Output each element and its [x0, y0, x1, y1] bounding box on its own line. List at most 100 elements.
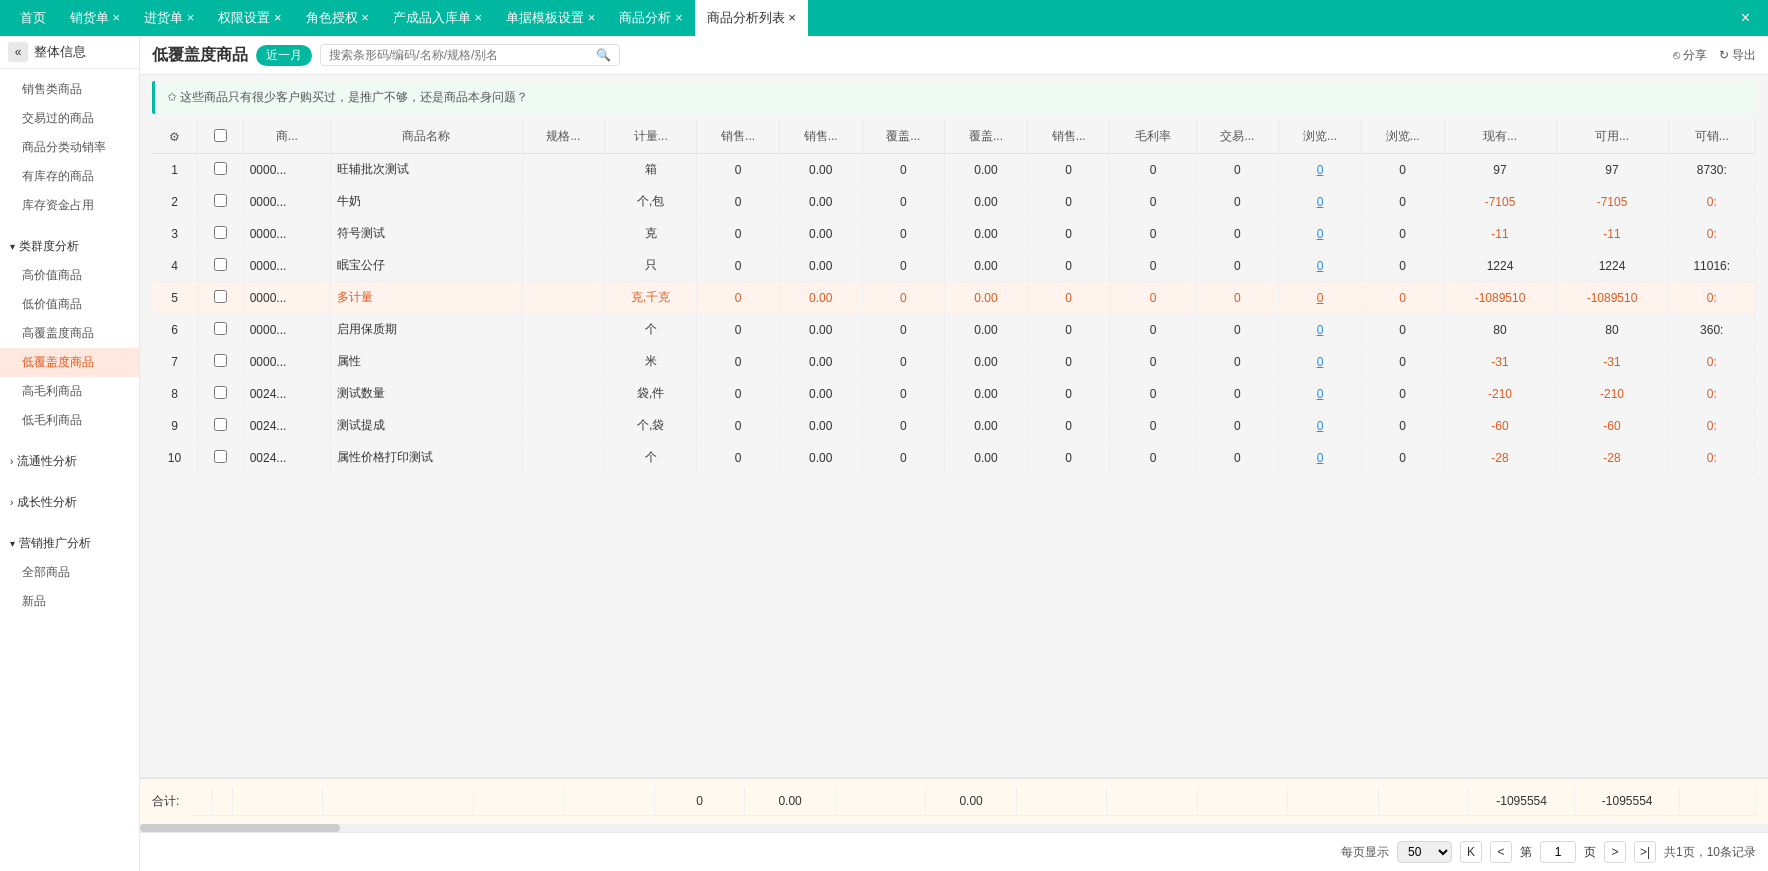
row-checkbox[interactable]	[197, 218, 243, 250]
col-unit[interactable]: 计量...	[605, 120, 697, 154]
export-button[interactable]: ↻ 导出	[1719, 47, 1756, 64]
sidebar-item-in-stock[interactable]: 有库存的商品	[0, 162, 139, 191]
nav-products[interactable]: 产成品入库单 ×	[381, 0, 494, 36]
row-cover2: 0.00	[945, 154, 1028, 186]
total-avail: -1095554	[1574, 787, 1680, 816]
sidebar-item-all-goods[interactable]: 全部商品	[0, 558, 139, 587]
col-cover1[interactable]: 覆盖...	[862, 120, 945, 154]
row-sales3: 0	[1027, 218, 1110, 250]
scrollbar-thumb[interactable]	[140, 824, 340, 832]
nav-analysis-list[interactable]: 商品分析列表 ×	[695, 0, 808, 36]
row-sales1: 0	[697, 218, 780, 250]
sidebar-item-high-coverage[interactable]: 高覆盖度商品	[0, 319, 139, 348]
col-name[interactable]: 商品名称	[331, 120, 523, 154]
row-browse1[interactable]: 0	[1279, 282, 1362, 314]
first-page-button[interactable]: K	[1460, 841, 1482, 863]
col-code[interactable]: 商...	[243, 120, 330, 154]
col-avail[interactable]: 可用...	[1556, 120, 1668, 154]
row-trade: 0	[1196, 314, 1279, 346]
col-browse1[interactable]: 浏览...	[1279, 120, 1362, 154]
row-browse1[interactable]: 0	[1279, 250, 1362, 282]
row-browse1[interactable]: 0	[1279, 378, 1362, 410]
table-wrapper[interactable]: ⚙ 商... 商品名称 规格... 计量... 销售... 销售... 覆盖..…	[140, 120, 1768, 777]
row-checkbox[interactable]	[197, 250, 243, 282]
row-sales2: 0.00	[779, 442, 862, 474]
sidebar-section-growth-header[interactable]: ›成长性分析	[0, 488, 139, 517]
col-cover2[interactable]: 覆盖...	[945, 120, 1028, 154]
row-checkbox[interactable]	[197, 378, 243, 410]
sidebar-item-new-goods[interactable]: 新品	[0, 587, 139, 616]
col-settings[interactable]: ⚙	[152, 120, 197, 154]
sidebar-section-marketing-header[interactable]: ▾营销推广分析	[0, 529, 139, 558]
period-button[interactable]: 近一月	[256, 45, 312, 66]
row-sales1: 0	[697, 442, 780, 474]
nav-sales[interactable]: 销货单 ×	[58, 0, 132, 36]
next-page-button[interactable]: >	[1604, 841, 1626, 863]
col-spec[interactable]: 规格...	[522, 120, 605, 154]
nav-home[interactable]: 首页	[8, 0, 58, 36]
col-browse2[interactable]: 浏览...	[1361, 120, 1444, 154]
row-checkbox[interactable]	[197, 442, 243, 474]
sidebar-item-low-coverage[interactable]: 低覆盖度商品	[0, 348, 139, 377]
nav-analysis[interactable]: 商品分析 ×	[607, 0, 694, 36]
nav-purchase[interactable]: 进货单 ×	[132, 0, 206, 36]
nav-templates[interactable]: 单据模板设置 ×	[494, 0, 607, 36]
row-checkbox[interactable]	[197, 282, 243, 314]
total-sales1: 0	[654, 787, 745, 816]
col-sales1[interactable]: 销售...	[697, 120, 780, 154]
row-sales3: 0	[1027, 154, 1110, 186]
row-browse1[interactable]: 0	[1279, 186, 1362, 218]
page-number-input[interactable]	[1540, 841, 1576, 863]
total-row: 合计: 0 0.00 0.00	[140, 777, 1768, 824]
row-current: -60	[1444, 410, 1556, 442]
share-button[interactable]: ⎋ 分享	[1673, 47, 1707, 64]
sidebar-item-low-value[interactable]: 低价值商品	[0, 290, 139, 319]
sidebar-section-value-header[interactable]: ▾类群度分析	[0, 232, 139, 261]
page-size-select[interactable]: 20 50 100	[1397, 841, 1452, 863]
row-browse1[interactable]: 0	[1279, 218, 1362, 250]
sidebar-section-value: ▾类群度分析 高价值商品 低价值商品 高覆盖度商品 低覆盖度商品 高毛利商品 低…	[0, 226, 139, 441]
search-icon[interactable]: 🔍	[596, 48, 611, 62]
row-checkbox[interactable]	[197, 186, 243, 218]
sidebar-item-capital[interactable]: 库存资金占用	[0, 191, 139, 220]
col-gross[interactable]: 毛利率	[1110, 120, 1196, 154]
info-banner: ✩ 这些商品只有很少客户购买过，是推广不够，还是商品本身问题？	[152, 81, 1756, 114]
col-current[interactable]: 现有...	[1444, 120, 1556, 154]
sidebar-item-sales-goods[interactable]: 销售类商品	[0, 75, 139, 104]
row-browse1[interactable]: 0	[1279, 346, 1362, 378]
row-checkbox[interactable]	[197, 410, 243, 442]
sidebar-item-category-rate[interactable]: 商品分类动销率	[0, 133, 139, 162]
row-browse1[interactable]: 0	[1279, 410, 1362, 442]
search-input[interactable]	[329, 48, 592, 62]
row-current: 1224	[1444, 250, 1556, 282]
row-cover1: 0	[862, 218, 945, 250]
row-trade: 0	[1196, 154, 1279, 186]
collapse-button[interactable]: «	[8, 42, 28, 62]
col-checkbox[interactable]	[197, 120, 243, 154]
row-current: 97	[1444, 154, 1556, 186]
row-browse1[interactable]: 0	[1279, 314, 1362, 346]
col-sellable[interactable]: 可销...	[1668, 120, 1756, 154]
nav-permissions[interactable]: 权限设置 ×	[206, 0, 293, 36]
row-checkbox[interactable]	[197, 346, 243, 378]
sidebar-item-high-profit[interactable]: 高毛利商品	[0, 377, 139, 406]
sidebar-item-low-profit[interactable]: 低毛利商品	[0, 406, 139, 435]
prev-page-button[interactable]: <	[1490, 841, 1512, 863]
row-checkbox[interactable]	[197, 314, 243, 346]
sidebar-item-traded-goods[interactable]: 交易过的商品	[0, 104, 139, 133]
sidebar-item-high-value[interactable]: 高价值商品	[0, 261, 139, 290]
select-all-checkbox[interactable]	[214, 129, 227, 142]
row-spec	[522, 378, 605, 410]
nav-roles[interactable]: 角色授权 ×	[294, 0, 381, 36]
row-checkbox[interactable]	[197, 154, 243, 186]
col-trade[interactable]: 交易...	[1196, 120, 1279, 154]
row-browse1[interactable]: 0	[1279, 442, 1362, 474]
sidebar-section-flow-header[interactable]: ›流通性分析	[0, 447, 139, 476]
close-button[interactable]: ×	[1731, 9, 1760, 27]
last-page-button[interactable]: >|	[1634, 841, 1656, 863]
row-sales1: 0	[697, 410, 780, 442]
col-sales3[interactable]: 销售...	[1027, 120, 1110, 154]
row-sales1: 0	[697, 314, 780, 346]
row-browse1[interactable]: 0	[1279, 154, 1362, 186]
col-sales2[interactable]: 销售...	[779, 120, 862, 154]
